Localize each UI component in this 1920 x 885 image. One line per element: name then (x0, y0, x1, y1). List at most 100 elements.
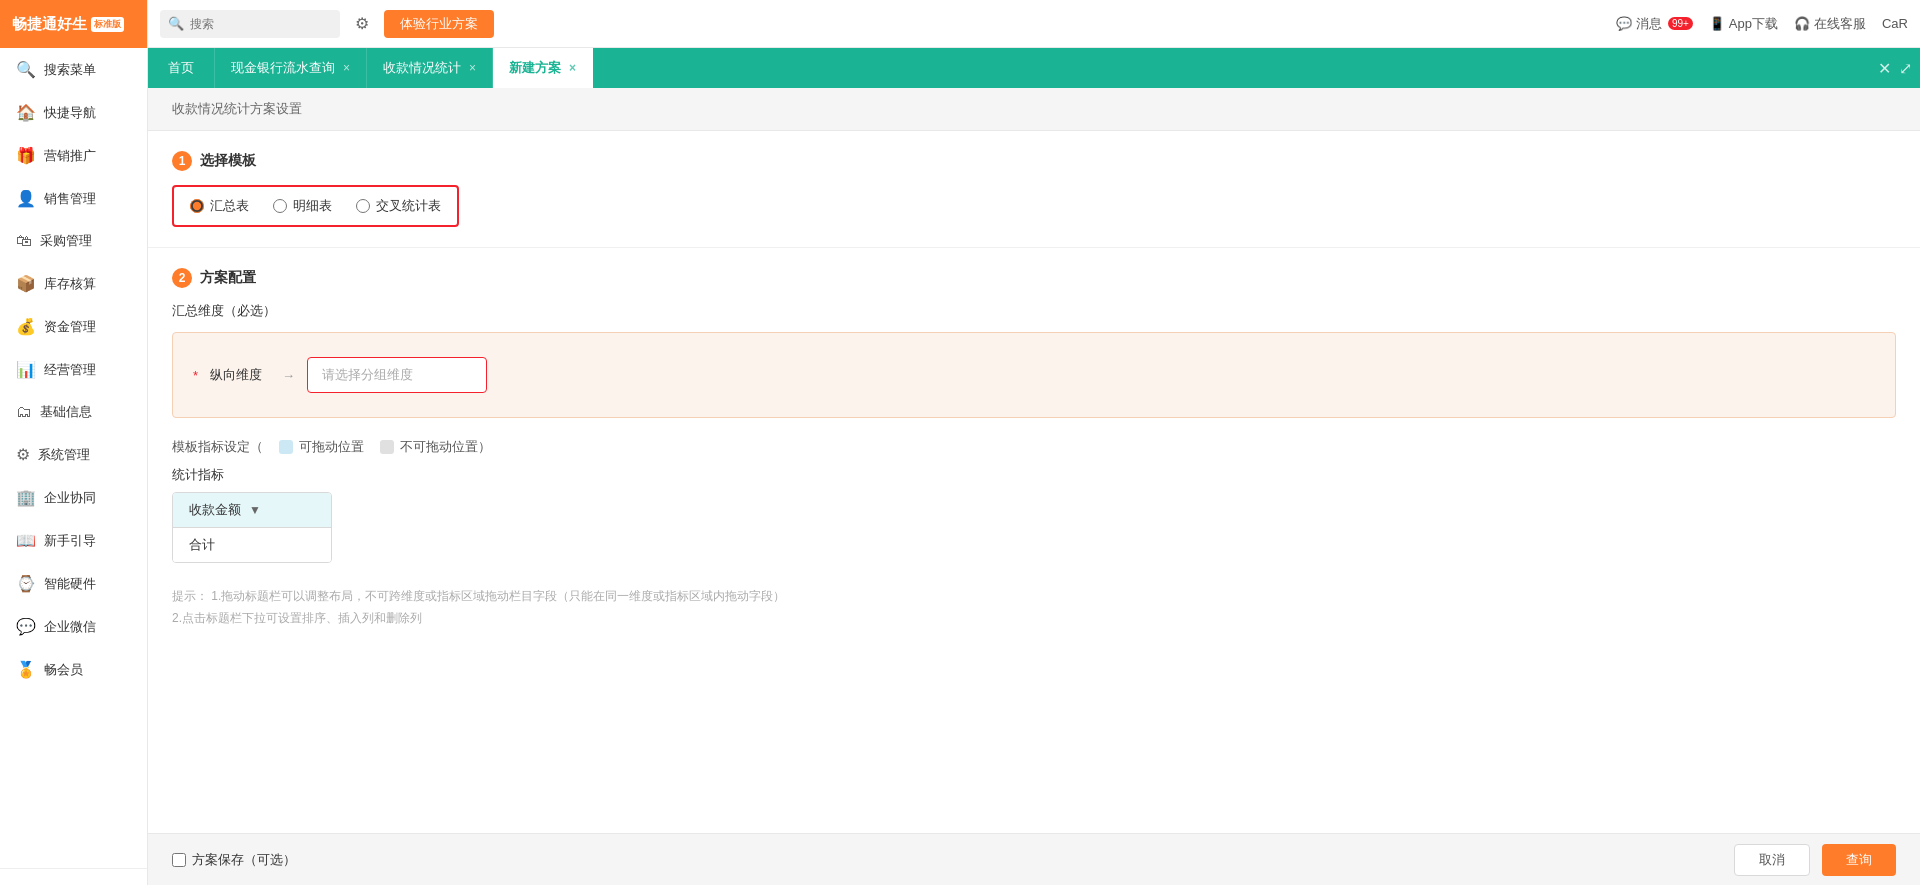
option-cross[interactable]: 交叉统计表 (356, 197, 441, 215)
sidebar-item-label: 营销推广 (44, 147, 96, 165)
content-inner: 收款情况统计方案设置 1 选择模板 汇总表 明细表 (148, 88, 1920, 885)
draggable-dot-icon (279, 440, 293, 454)
option-detail-label: 明细表 (293, 197, 332, 215)
dim-select-box[interactable]: 请选择分组维度 (307, 357, 487, 393)
sidebar-item-enterprise[interactable]: 🏢 企业协同 (0, 476, 147, 519)
sidebar-logo: 畅捷通好生 标准版 (0, 0, 147, 48)
save-option[interactable]: 方案保存（可选） (172, 851, 296, 869)
hint-text: 提示： 1.拖动标题栏可以调整布局，不可跨维度或指标区域拖动栏目字段（只能在同一… (172, 586, 1896, 629)
search-input[interactable] (190, 17, 330, 31)
tab-bank-flow-label: 现金银行流水查询 (231, 59, 335, 77)
purchase-icon: 🛍 (16, 232, 32, 250)
sidebar-item-label: 智能硬件 (44, 575, 96, 593)
topbar: 🔍 ⚙ 体验行业方案 💬 消息 99+ 📱 App下载 🎧 在线客服 CaR (148, 0, 1920, 48)
tabbar: 首页 现金银行流水查询 × 收款情况统计 × 新建方案 × ✕ ⤢ (148, 48, 1920, 88)
download-icon: 📱 (1709, 16, 1725, 31)
sidebar-item-marketing[interactable]: 🎁营销推广 (0, 134, 147, 177)
message-label: 消息 (1636, 15, 1662, 33)
radio-cross[interactable] (356, 199, 370, 213)
required-mark: * (193, 368, 198, 383)
tab-home-label: 首页 (168, 59, 194, 77)
sidebar-item-label: 库存核算 (44, 275, 96, 293)
logo-badge: 标准版 (91, 17, 124, 32)
message-button[interactable]: 💬 消息 99+ (1616, 15, 1693, 33)
topbar-right: 💬 消息 99+ 📱 App下载 🎧 在线客服 CaR (1616, 15, 1908, 33)
tab-new-scheme[interactable]: 新建方案 × (493, 48, 593, 88)
radio-summary[interactable] (190, 199, 204, 213)
sidebar-item-sales[interactable]: 👤 销售管理 (0, 177, 147, 220)
save-checkbox[interactable] (172, 853, 186, 867)
bottom-buttons: 取消 查询 (1734, 844, 1896, 876)
non-draggable-dot-icon (380, 440, 394, 454)
sidebar-item-member[interactable]: 🏅畅会员 (0, 648, 147, 691)
radio-detail[interactable] (273, 199, 287, 213)
sidebar-item-label: 系统管理 (38, 446, 90, 464)
sidebar-item-label: 资金管理 (44, 318, 96, 336)
sidebar-item-search-menu[interactable]: 🔍 搜索菜单 (0, 48, 147, 91)
topbar-search[interactable]: 🔍 (160, 10, 340, 38)
wechat-icon: 💬 (16, 617, 36, 636)
trial-button[interactable]: 体验行业方案 (384, 10, 494, 38)
sidebar-item-system[interactable]: ⚙系统管理 (0, 433, 147, 476)
metrics-header: 模板指标设定（ 可拖动位置 不可拖动位置） (172, 438, 1896, 456)
chevron-down-icon[interactable]: ▼ (249, 503, 261, 517)
hint-line-1: 提示： 1.拖动标题栏可以调整布局，不可跨维度或指标区域拖动栏目字段（只能在同一… (172, 586, 1896, 608)
section-header: 收款情况统计方案设置 (148, 88, 1920, 131)
step2-title: 2 方案配置 (172, 268, 1896, 288)
sidebar-item-wechat[interactable]: 💬 企业微信 (0, 605, 147, 648)
option-summary[interactable]: 汇总表 (190, 197, 249, 215)
tab-collection-stat-label: 收款情况统计 (383, 59, 461, 77)
metrics-table-header[interactable]: 收款金额 ▼ (173, 493, 331, 528)
sidebar-item-basic-info[interactable]: 🗂基础信息 (0, 391, 147, 433)
dim-area: * 纵向维度 → 请选择分组维度 (172, 332, 1896, 418)
hint-1: 提示： 1.拖动标题栏可以调整布局，不可跨维度或指标区域拖动栏目字段（只能在同一… (172, 586, 785, 608)
tab-bank-flow[interactable]: 现金银行流水查询 × (215, 48, 367, 88)
search-icon: 🔍 (168, 16, 184, 31)
sidebar-item-finance[interactable]: 💰资金管理 (0, 305, 147, 348)
cancel-button[interactable]: 取消 (1734, 844, 1810, 876)
sidebar-item-label: 企业微信 (44, 618, 96, 636)
maximize-icon[interactable]: ⤢ (1899, 59, 1912, 78)
stat-label: 统计指标 (172, 466, 1896, 484)
message-badge: 99+ (1668, 17, 1693, 30)
service-icon: 🎧 (1794, 16, 1810, 31)
message-icon: 💬 (1616, 16, 1632, 31)
metrics-section: 模板指标设定（ 可拖动位置 不可拖动位置） 统计指标 收款金额 (172, 438, 1896, 629)
sidebar-item-label: 企业协同 (44, 489, 96, 507)
tab-collection-stat[interactable]: 收款情况统计 × (367, 48, 493, 88)
close-window-icon[interactable]: ✕ (1878, 59, 1891, 78)
bottom-bar: 方案保存（可选） 取消 查询 (148, 833, 1920, 885)
sidebar-item-inventory[interactable]: 📦库存核算 (0, 262, 147, 305)
sidebar-item-label: 搜索菜单 (44, 61, 96, 79)
template-options: 汇总表 明细表 交叉统计表 (172, 185, 459, 227)
sidebar-item-label: 销售管理 (44, 190, 96, 208)
metrics-header-text: 模板指标设定（ (172, 438, 263, 456)
hardware-icon: ⌚ (16, 574, 36, 593)
query-button[interactable]: 查询 (1822, 844, 1896, 876)
enterprise-icon: 🏢 (16, 488, 36, 507)
hint-line-2: 2.点击标题栏下拉可设置排序、插入列和删除列 (172, 608, 1896, 630)
step1-num: 1 (172, 151, 192, 171)
download-button[interactable]: 📱 App下载 (1709, 15, 1778, 33)
search-menu-icon: 🔍 (16, 60, 36, 79)
tab-bank-flow-close[interactable]: × (343, 61, 350, 75)
save-label: 方案保存（可选） (192, 851, 296, 869)
tab-home[interactable]: 首页 (148, 48, 215, 88)
tab-collection-stat-close[interactable]: × (469, 61, 476, 75)
sidebar-item-guide[interactable]: 📖新手引导 (0, 519, 147, 562)
service-button[interactable]: 🎧 在线客服 (1794, 15, 1866, 33)
sidebar-item-quick-nav[interactable]: 🏠快捷导航 (0, 91, 147, 134)
user-name[interactable]: CaR (1882, 16, 1908, 31)
guide-icon: 📖 (16, 531, 36, 550)
option-detail[interactable]: 明细表 (273, 197, 332, 215)
dim-row: * 纵向维度 → 请选择分组维度 (193, 357, 1875, 393)
gear-icon[interactable]: ⚙ (348, 10, 376, 38)
tab-new-scheme-close[interactable]: × (569, 61, 576, 75)
sidebar-item-label: 基础信息 (40, 403, 92, 421)
service-label: 在线客服 (1814, 15, 1866, 33)
sidebar-item-purchase[interactable]: 🛍采购管理 (0, 220, 147, 262)
sidebar-item-hardware[interactable]: ⌚ 智能硬件 (0, 562, 147, 605)
sidebar-item-operation[interactable]: 📊经营管理 (0, 348, 147, 391)
sales-icon: 👤 (16, 189, 36, 208)
operation-icon: 📊 (16, 360, 36, 379)
